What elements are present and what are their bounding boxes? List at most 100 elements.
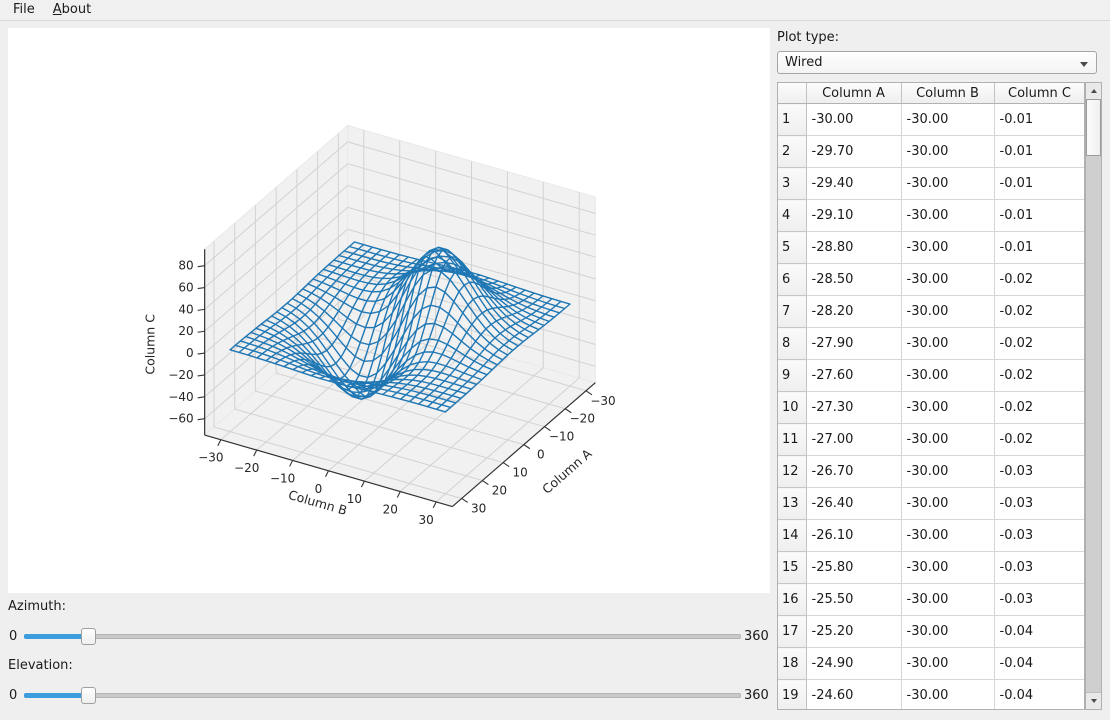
column-b-cell[interactable]: -30.00: [901, 232, 994, 264]
column-c-cell[interactable]: -0.01: [994, 104, 1085, 136]
column-a-cell[interactable]: -28.20: [806, 296, 901, 328]
svg-text:−60: −60: [168, 412, 193, 426]
scroll-up-button[interactable]: [1086, 83, 1101, 100]
column-b-cell[interactable]: -30.00: [901, 552, 994, 584]
column-b-cell[interactable]: -30.00: [901, 296, 994, 328]
column-a-cell[interactable]: -27.30: [806, 392, 901, 424]
column-a-cell[interactable]: -27.00: [806, 424, 901, 456]
column-c-cell[interactable]: -0.01: [994, 200, 1085, 232]
elevation-slider-track[interactable]: [24, 693, 741, 698]
column-c-cell[interactable]: -0.03: [994, 456, 1085, 488]
plot-canvas[interactable]: −30−20−100102030−30−20−10010203080604020…: [8, 28, 770, 593]
row-number-cell[interactable]: 15: [778, 552, 806, 584]
row-number-cell[interactable]: 2: [778, 136, 806, 168]
column-b-cell[interactable]: -30.00: [901, 680, 994, 711]
row-number-cell[interactable]: 3: [778, 168, 806, 200]
row-number-cell[interactable]: 5: [778, 232, 806, 264]
column-a-cell[interactable]: -28.80: [806, 232, 901, 264]
column-b-cell[interactable]: -30.00: [901, 136, 994, 168]
column-c-cell[interactable]: -0.04: [994, 648, 1085, 680]
column-c-cell[interactable]: -0.01: [994, 232, 1085, 264]
row-number-cell[interactable]: 8: [778, 328, 806, 360]
column-c-cell[interactable]: -0.02: [994, 296, 1085, 328]
plot-type-value: Wired: [785, 55, 823, 70]
column-b-cell[interactable]: -30.00: [901, 584, 994, 616]
column-b-cell[interactable]: -30.00: [901, 104, 994, 136]
column-b-header[interactable]: Column B: [901, 83, 994, 104]
column-a-cell[interactable]: -29.70: [806, 136, 901, 168]
table-row: 9-27.60-30.00-0.02: [778, 360, 1085, 392]
table-row: 14-26.10-30.00-0.03: [778, 520, 1085, 552]
column-a-cell[interactable]: -26.40: [806, 488, 901, 520]
row-number-cell[interactable]: 13: [778, 488, 806, 520]
plot-type-combobox[interactable]: Wired: [777, 51, 1097, 74]
azimuth-label: Azimuth:: [8, 599, 66, 614]
column-b-cell[interactable]: -30.00: [901, 424, 994, 456]
scroll-down-button[interactable]: [1086, 692, 1101, 709]
column-c-header[interactable]: Column C: [994, 83, 1085, 104]
menu-item-about[interactable]: About: [44, 1, 100, 19]
svg-text:−30: −30: [590, 394, 615, 408]
column-a-cell[interactable]: -26.10: [806, 520, 901, 552]
column-b-cell[interactable]: -30.00: [901, 168, 994, 200]
row-number-cell[interactable]: 6: [778, 264, 806, 296]
row-number-cell[interactable]: 16: [778, 584, 806, 616]
column-c-cell[interactable]: -0.03: [994, 552, 1085, 584]
column-b-cell[interactable]: -30.00: [901, 456, 994, 488]
row-number-cell[interactable]: 9: [778, 360, 806, 392]
column-a-cell[interactable]: -29.10: [806, 200, 901, 232]
column-c-cell[interactable]: -0.04: [994, 616, 1085, 648]
column-c-cell[interactable]: -0.03: [994, 520, 1085, 552]
column-a-cell[interactable]: -28.50: [806, 264, 901, 296]
table-scrollbar[interactable]: [1085, 82, 1102, 710]
column-c-cell[interactable]: -0.03: [994, 488, 1085, 520]
column-c-cell[interactable]: -0.01: [994, 136, 1085, 168]
column-a-cell[interactable]: -30.00: [806, 104, 901, 136]
column-b-cell[interactable]: -30.00: [901, 488, 994, 520]
column-b-cell[interactable]: -30.00: [901, 360, 994, 392]
row-number-cell[interactable]: 1: [778, 104, 806, 136]
table-corner-cell[interactable]: [778, 83, 806, 104]
column-b-cell[interactable]: -30.00: [901, 520, 994, 552]
column-b-cell[interactable]: -30.00: [901, 200, 994, 232]
column-a-cell[interactable]: -27.60: [806, 360, 901, 392]
column-c-cell[interactable]: -0.02: [994, 328, 1085, 360]
row-number-cell[interactable]: 11: [778, 424, 806, 456]
column-a-cell[interactable]: -27.90: [806, 328, 901, 360]
column-a-cell[interactable]: -25.80: [806, 552, 901, 584]
row-number-cell[interactable]: 10: [778, 392, 806, 424]
column-a-cell[interactable]: -25.20: [806, 616, 901, 648]
column-a-cell[interactable]: -26.70: [806, 456, 901, 488]
column-c-cell[interactable]: -0.02: [994, 424, 1085, 456]
elevation-slider-handle[interactable]: [81, 687, 96, 704]
menu-item-file[interactable]: File: [4, 1, 44, 19]
column-b-cell[interactable]: -30.00: [901, 264, 994, 296]
row-number-cell[interactable]: 12: [778, 456, 806, 488]
column-a-header[interactable]: Column A: [806, 83, 901, 104]
scrollbar-thumb[interactable]: [1086, 99, 1101, 156]
azimuth-slider-handle[interactable]: [81, 628, 96, 645]
row-number-cell[interactable]: 7: [778, 296, 806, 328]
column-c-cell[interactable]: -0.02: [994, 360, 1085, 392]
column-b-cell[interactable]: -30.00: [901, 616, 994, 648]
column-c-cell[interactable]: -0.03: [994, 584, 1085, 616]
column-b-cell[interactable]: -30.00: [901, 392, 994, 424]
column-a-cell[interactable]: -24.60: [806, 680, 901, 711]
azimuth-slider-track[interactable]: [24, 634, 741, 639]
row-number-cell[interactable]: 14: [778, 520, 806, 552]
column-c-cell[interactable]: -0.02: [994, 392, 1085, 424]
row-number-cell[interactable]: 17: [778, 616, 806, 648]
column-c-cell[interactable]: -0.04: [994, 680, 1085, 711]
column-a-cell[interactable]: -25.50: [806, 584, 901, 616]
plot-type-label: Plot type:: [777, 30, 839, 45]
row-number-cell[interactable]: 4: [778, 200, 806, 232]
column-b-cell[interactable]: -30.00: [901, 328, 994, 360]
column-c-cell[interactable]: -0.01: [994, 168, 1085, 200]
svg-text:20: 20: [383, 503, 398, 517]
row-number-cell[interactable]: 18: [778, 648, 806, 680]
column-c-cell[interactable]: -0.02: [994, 264, 1085, 296]
column-a-cell[interactable]: -29.40: [806, 168, 901, 200]
row-number-cell[interactable]: 19: [778, 680, 806, 711]
column-a-cell[interactable]: -24.90: [806, 648, 901, 680]
column-b-cell[interactable]: -30.00: [901, 648, 994, 680]
